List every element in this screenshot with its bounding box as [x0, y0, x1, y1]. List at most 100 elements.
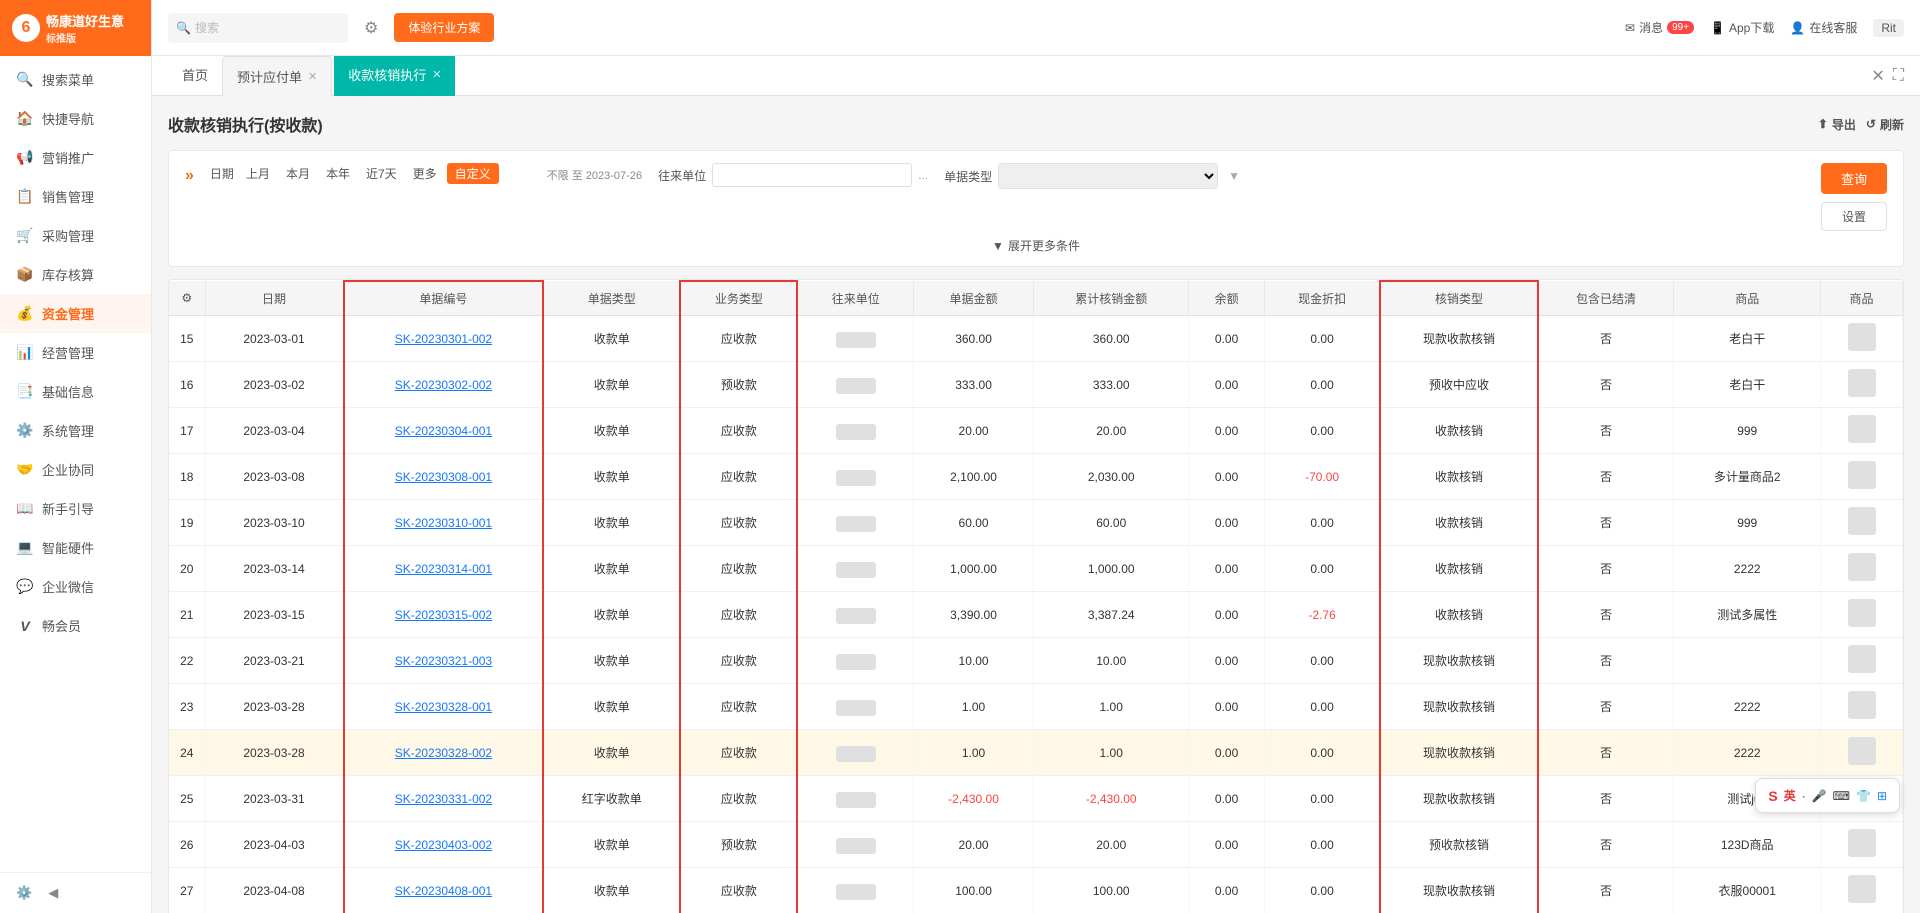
doc-no-link[interactable]: SK-20230302-002	[395, 378, 492, 392]
cell-seq: 24	[169, 730, 205, 776]
col-header-balance[interactable]: 余额	[1189, 281, 1264, 316]
sidebar-item-sales[interactable]: 📋 销售管理	[0, 177, 151, 216]
col-header-doc-type[interactable]: 单据类型	[543, 281, 680, 316]
col-header-goods1[interactable]: 商品	[1674, 281, 1821, 316]
cell-doc-no: SK-20230304-001	[344, 408, 544, 454]
cell-seq: 20	[169, 546, 205, 592]
tab-expand-icon[interactable]: ⛶	[1893, 67, 1904, 85]
cell-goods2	[1821, 592, 1903, 638]
hardware-icon: 💻	[16, 539, 34, 556]
col-header-date[interactable]: 日期	[205, 281, 344, 316]
export-btn[interactable]: ⬆ 导出	[1818, 116, 1856, 133]
partner-masked	[836, 516, 876, 532]
query-btn[interactable]: 查询	[1821, 163, 1887, 194]
col-header-discount[interactable]: 现金折扣	[1264, 281, 1380, 316]
sidebar-item-enterprise[interactable]: 🤝 企业协同	[0, 450, 151, 489]
filter-date-this-year[interactable]: 本年	[320, 163, 356, 184]
doc-no-link[interactable]: SK-20230304-001	[395, 424, 492, 438]
filter-expand-row[interactable]: ▼ 展开更多条件	[185, 237, 1887, 254]
doc-no-link[interactable]: SK-20230408-001	[395, 884, 492, 898]
online-service-item[interactable]: 👤 在线客服	[1790, 19, 1857, 36]
sidebar-item-member[interactable]: V 畅会员	[0, 606, 151, 645]
filter-partner-input[interactable]	[712, 163, 912, 187]
partner-masked	[836, 838, 876, 854]
doc-no-link[interactable]: SK-20230314-001	[395, 562, 492, 576]
doc-no-link[interactable]: SK-20230403-002	[395, 838, 492, 852]
col-header-inc-settled[interactable]: 包含已结清	[1538, 281, 1674, 316]
app-download-item[interactable]: 📱 App下载	[1710, 19, 1774, 36]
sidebar-item-guide[interactable]: 📖 新手引导	[0, 489, 151, 528]
cell-inc-settled: 否	[1538, 316, 1674, 362]
sidebar-item-basic[interactable]: 📑 基础信息	[0, 372, 151, 411]
sidebar-item-inventory[interactable]: 📦 库存核算	[0, 255, 151, 294]
cell-goods2	[1821, 822, 1903, 868]
cell-partner	[797, 638, 913, 684]
doc-no-link[interactable]: SK-20230331-002	[395, 792, 492, 806]
sidebar-item-search[interactable]: 🔍 搜索菜单	[0, 60, 151, 99]
cell-date: 2023-03-31	[205, 776, 344, 822]
tab-close-icon[interactable]: ✕	[1871, 66, 1884, 86]
cell-inc-settled: 否	[1538, 776, 1674, 822]
sidebar-item-purchase[interactable]: 🛒 采购管理	[0, 216, 151, 255]
col-header-doc-no[interactable]: 单据编号	[344, 281, 544, 316]
inventory-icon: 📦	[16, 266, 34, 283]
cell-balance: 0.00	[1189, 316, 1264, 362]
sidebar-item-marketing[interactable]: 📢 营销推广	[0, 138, 151, 177]
col-header-gear[interactable]: ⚙	[169, 281, 205, 316]
settings-btn[interactable]: 设置	[1821, 202, 1887, 231]
doc-no-link[interactable]: SK-20230328-002	[395, 746, 492, 760]
doc-no-link[interactable]: SK-20230328-001	[395, 700, 492, 714]
doc-no-link[interactable]: SK-20230310-001	[395, 516, 492, 530]
cell-cancel-type: 收款核销	[1380, 408, 1537, 454]
filter-date-more[interactable]: 更多	[407, 163, 443, 184]
col-header-partner[interactable]: 往来单位	[797, 281, 913, 316]
cell-date: 2023-03-15	[205, 592, 344, 638]
sidebar-item-wechat[interactable]: 💬 企业微信	[0, 567, 151, 606]
table-row: 242023-03-28SK-20230328-002收款单应收款1.001.0…	[169, 730, 1903, 776]
cell-cum-amount: 2,030.00	[1033, 454, 1189, 500]
filter-doctype-select[interactable]	[998, 163, 1218, 189]
filter-date-last-month[interactable]: 上月	[240, 163, 276, 184]
footer-collapse[interactable]: ◀	[48, 885, 58, 901]
sogou-mic-icon[interactable]: 🎤	[1812, 789, 1827, 803]
tab-collection[interactable]: 收款核销执行 ✕	[334, 56, 455, 96]
doc-no-link[interactable]: SK-20230315-002	[395, 608, 492, 622]
col-header-amount[interactable]: 单据金额	[914, 281, 1034, 316]
sogou-shirt-icon[interactable]: 👕	[1856, 789, 1871, 803]
sidebar-item-finance[interactable]: 💰 资金管理	[0, 294, 151, 333]
filter-date-7days[interactable]: 近7天	[360, 163, 403, 184]
filter-expand-toggle[interactable]: »	[185, 167, 194, 185]
footer-settings[interactable]: ⚙️	[16, 885, 32, 901]
topbar-gear-icon[interactable]: ⚙	[360, 14, 382, 42]
table-row: 162023-03-02SK-20230302-002收款单预收款333.003…	[169, 362, 1903, 408]
doc-no-link[interactable]: SK-20230308-001	[395, 470, 492, 484]
user-account[interactable]: Rit	[1873, 19, 1904, 37]
basic-icon: 📑	[16, 383, 34, 400]
col-header-cancel-type[interactable]: 核销类型	[1380, 281, 1537, 316]
topbar-search[interactable]: 🔍 搜索	[168, 13, 348, 43]
col-header-biz-type[interactable]: 业务类型	[680, 281, 797, 316]
tab-close-pre-order[interactable]: ✕	[308, 70, 317, 83]
cell-inc-settled: 否	[1538, 684, 1674, 730]
sidebar-item-system[interactable]: ⚙️ 系统管理	[0, 411, 151, 450]
tab-home[interactable]: 首页	[168, 56, 222, 96]
sidebar-item-hardware[interactable]: 💻 智能硬件	[0, 528, 151, 567]
messages-item[interactable]: ✉ 消息 99+	[1625, 19, 1694, 36]
filter-date-custom[interactable]: 自定义	[447, 163, 499, 184]
sogou-grid-icon[interactable]: ⊞	[1877, 789, 1887, 803]
filter-date-this-month[interactable]: 本月	[280, 163, 316, 184]
doc-no-link[interactable]: SK-20230301-002	[395, 332, 492, 346]
tab-close-collection[interactable]: ✕	[432, 68, 441, 81]
message-icon: ✉	[1625, 21, 1635, 35]
sogou-keyboard-icon[interactable]: ⌨	[1833, 789, 1850, 803]
industry-btn[interactable]: 体验行业方案	[394, 13, 494, 42]
col-header-cum-amount[interactable]: 累计核销金额	[1033, 281, 1189, 316]
tab-pre-order[interactable]: 预计应付单 ✕	[222, 56, 332, 96]
guide-icon: 📖	[16, 500, 34, 517]
col-header-goods2[interactable]: 商品	[1821, 281, 1903, 316]
refresh-btn[interactable]: ↺ 刷新	[1866, 116, 1904, 133]
cell-cum-amount: 1,000.00	[1033, 546, 1189, 592]
doc-no-link[interactable]: SK-20230321-003	[395, 654, 492, 668]
sidebar-item-quick-nav[interactable]: 🏠 快捷导航	[0, 99, 151, 138]
sidebar-item-operations[interactable]: 📊 经营管理	[0, 333, 151, 372]
